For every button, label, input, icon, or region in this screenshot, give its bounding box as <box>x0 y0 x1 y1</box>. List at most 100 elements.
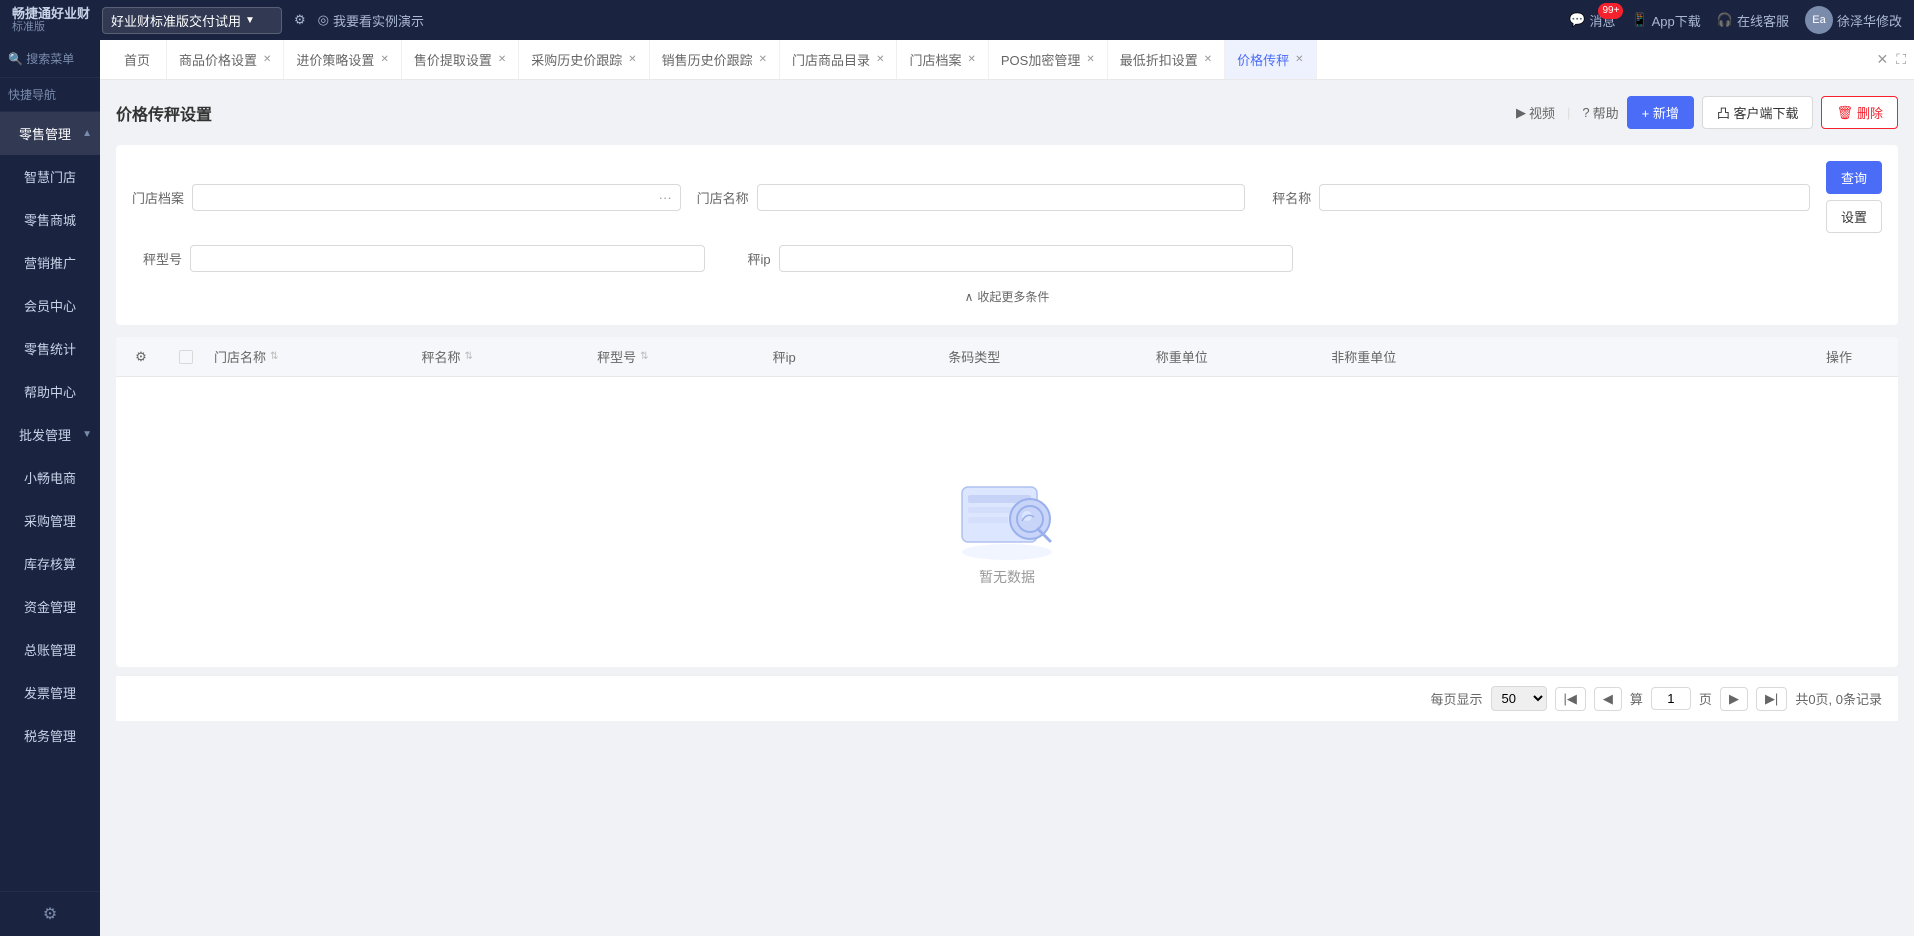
demo-link[interactable]: ◎ 我要看实例演示 <box>318 11 424 30</box>
sidebar-item-help-center[interactable]: 帮助中心 <box>0 370 100 413</box>
phone-icon: 📱 <box>1631 12 1647 28</box>
empty-text: 暂无数据 <box>979 567 1035 587</box>
sidebar-item-smart-store[interactable]: 智慧门店 <box>0 155 100 198</box>
store-archive-input-wrapper: ··· <box>192 184 681 211</box>
settings-icon: ⚙ <box>135 349 147 365</box>
version-selector[interactable]: 好业财标准版交付试用 ▼ <box>102 7 282 34</box>
scale-ip-input[interactable] <box>779 245 1294 272</box>
sidebar-item-finance[interactable]: 资金管理 <box>0 585 100 628</box>
sidebar-item-invoice[interactable]: 发票管理 <box>0 671 100 714</box>
query-button[interactable]: 查询 <box>1826 161 1882 194</box>
tab-close-icon[interactable]: ✕ <box>759 54 767 65</box>
demo-icon: ◎ <box>318 12 329 28</box>
sidebar-item-retail-mall[interactable]: 零售商城 <box>0 198 100 241</box>
empty-illustration <box>942 457 1072 567</box>
sidebar-bottom: ⚙ <box>0 891 100 936</box>
chevron-up-icon: ▲ <box>82 128 92 139</box>
tab-bar: 首页 商品价格设置 ✕ 进价策略设置 ✕ 售价提取设置 ✕ 采购历史价跟踪 ✕ <box>100 40 1914 80</box>
sidebar-quick-nav[interactable]: 快捷导航 <box>0 78 100 112</box>
collapse-bar[interactable]: ∧ 收起更多条件 <box>132 284 1882 309</box>
settings-icon[interactable]: ⚙ <box>290 8 310 32</box>
scale-model-input[interactable] <box>190 245 705 272</box>
scale-ip-label: 秤ip <box>721 249 771 268</box>
first-page-button[interactable]: |◀ <box>1555 687 1586 711</box>
online-service-button[interactable]: 🎧 在线客服 <box>1717 11 1789 30</box>
tab-close-icon[interactable]: ✕ <box>263 54 271 65</box>
form-item-scale-name: 秤名称 <box>1261 184 1810 211</box>
message-icon: 💬 <box>1569 12 1585 28</box>
sidebar-item-purchase[interactable]: 采购管理 <box>0 499 100 542</box>
trash-icon: 🗑 <box>1836 105 1853 121</box>
tab-close-button[interactable]: ✕ <box>1876 51 1888 68</box>
next-page-button[interactable]: ▶ <box>1720 687 1748 711</box>
ellipsis-icon[interactable]: ··· <box>651 185 680 210</box>
form-row-1: 门店档案 ··· 门店名称 秤名称 <box>132 161 1882 233</box>
prev-page-button[interactable]: ◀ <box>1594 687 1622 711</box>
table-header-scale-model[interactable]: 秤型号 ⇅ <box>589 337 765 376</box>
scale-model-label: 秤型号 <box>132 249 182 268</box>
sidebar-item-wholesale[interactable]: 批发管理 ▼ <box>0 413 100 456</box>
tab-close-icon[interactable]: ✕ <box>876 54 884 65</box>
video-link[interactable]: ▶ 视频 <box>1516 103 1555 122</box>
sidebar-item-ecommerce[interactable]: 小畅电商 <box>0 456 100 499</box>
tab-close-icon[interactable]: ✕ <box>1086 54 1094 65</box>
delete-button[interactable]: 🗑 删除 <box>1821 96 1898 129</box>
sidebar-item-member-center[interactable]: 会员中心 <box>0 284 100 327</box>
download-button[interactable]: 凸 客户端下载 <box>1702 96 1814 129</box>
tab-sale-history[interactable]: 销售历史价跟踪 ✕ <box>650 40 780 80</box>
sidebar-search[interactable]: 🔍 搜索菜单 <box>0 40 100 78</box>
table-header-store-name[interactable]: 门店名称 ⇅ <box>206 337 413 376</box>
per-page-select[interactable]: 10 20 50 100 <box>1491 686 1547 711</box>
page-number-input[interactable] <box>1651 687 1691 710</box>
tab-close-icon[interactable]: ✕ <box>380 54 388 65</box>
table-header-checkbox[interactable] <box>166 337 206 376</box>
tab-home[interactable]: 首页 <box>108 40 167 80</box>
tab-close-icon[interactable]: ✕ <box>1295 54 1303 65</box>
table-header: ⚙ 门店名称 ⇅ 秤名称 ⇅ <box>116 337 1898 377</box>
headset-icon: 🎧 <box>1717 12 1733 28</box>
sort-icon: ⇅ <box>465 351 473 362</box>
tab-pos-management[interactable]: POS加密管理 ✕ <box>989 40 1108 80</box>
chevron-down-icon: ▼ <box>245 15 255 26</box>
tab-close-icon[interactable]: ✕ <box>967 54 975 65</box>
gear-icon[interactable]: ⚙ <box>43 906 57 923</box>
sidebar-item-retail-statistics[interactable]: 零售统计 <box>0 327 100 370</box>
sidebar-item-inventory[interactable]: 库存核算 <box>0 542 100 585</box>
sidebar-item-tax[interactable]: 税务管理 <box>0 714 100 757</box>
tab-min-discount[interactable]: 最低折扣设置 ✕ <box>1108 40 1225 80</box>
select-all-checkbox[interactable] <box>179 350 193 364</box>
settings-form-button[interactable]: 设置 <box>1826 200 1882 233</box>
scale-name-input[interactable] <box>1319 184 1810 211</box>
table-header-weight-unit: 称重单位 <box>1148 337 1324 376</box>
tab-store-catalog[interactable]: 门店商品目录 ✕ <box>780 40 897 80</box>
sort-icon: ⇅ <box>640 351 648 362</box>
top-bar: 畅捷通好业财 标准版 好业财标准版交付试用 ▼ ⚙ ◎ 我要看实例演示 💬 消息… <box>0 0 1914 40</box>
app-download-button[interactable]: 📱 App下载 <box>1631 11 1700 30</box>
store-name-input[interactable] <box>757 184 1246 211</box>
message-button[interactable]: 💬 消息 99+ <box>1569 11 1615 30</box>
tab-close-icon[interactable]: ✕ <box>628 54 636 65</box>
tab-price-scale[interactable]: 价格传秤 ✕ <box>1225 40 1316 80</box>
sidebar-item-marketing[interactable]: 营销推广 <box>0 241 100 284</box>
last-page-button[interactable]: ▶| <box>1756 687 1787 711</box>
chevron-up-icon: ∧ <box>965 290 974 304</box>
tab-close-icon[interactable]: ✕ <box>1204 54 1212 65</box>
store-archive-input[interactable] <box>193 185 651 210</box>
data-table: ⚙ 门店名称 ⇅ 秤名称 ⇅ <box>116 337 1898 667</box>
table-header-scale-ip[interactable]: 秤ip <box>765 337 941 376</box>
tab-close-icon[interactable]: ✕ <box>498 54 506 65</box>
tab-store-archive[interactable]: 门店档案 ✕ <box>897 40 988 80</box>
tab-maximize-button[interactable]: ⛶ <box>1896 51 1906 68</box>
sidebar-item-retail-management[interactable]: 零售管理 ▲ <box>0 112 100 155</box>
user-menu[interactable]: Ea 徐泽华修改 <box>1805 6 1902 34</box>
add-button[interactable]: + 新增 <box>1627 96 1694 129</box>
pagination-bar: 每页显示 10 20 50 100 |◀ ◀ 算 页 ▶ ▶| 共0页, 0条记… <box>116 675 1898 721</box>
table-header-settings[interactable]: ⚙ <box>116 337 166 376</box>
table-header-scale-name[interactable]: 秤名称 ⇅ <box>413 337 589 376</box>
sidebar-item-general-ledger[interactable]: 总账管理 <box>0 628 100 671</box>
tab-purchase-history[interactable]: 采购历史价跟踪 ✕ <box>519 40 649 80</box>
tab-product-price[interactable]: 商品价格设置 ✕ <box>167 40 284 80</box>
help-link[interactable]: ? 帮助 <box>1582 103 1618 122</box>
tab-sale-price[interactable]: 售价提取设置 ✕ <box>402 40 519 80</box>
tab-purchase-strategy[interactable]: 进价策略设置 ✕ <box>284 40 401 80</box>
